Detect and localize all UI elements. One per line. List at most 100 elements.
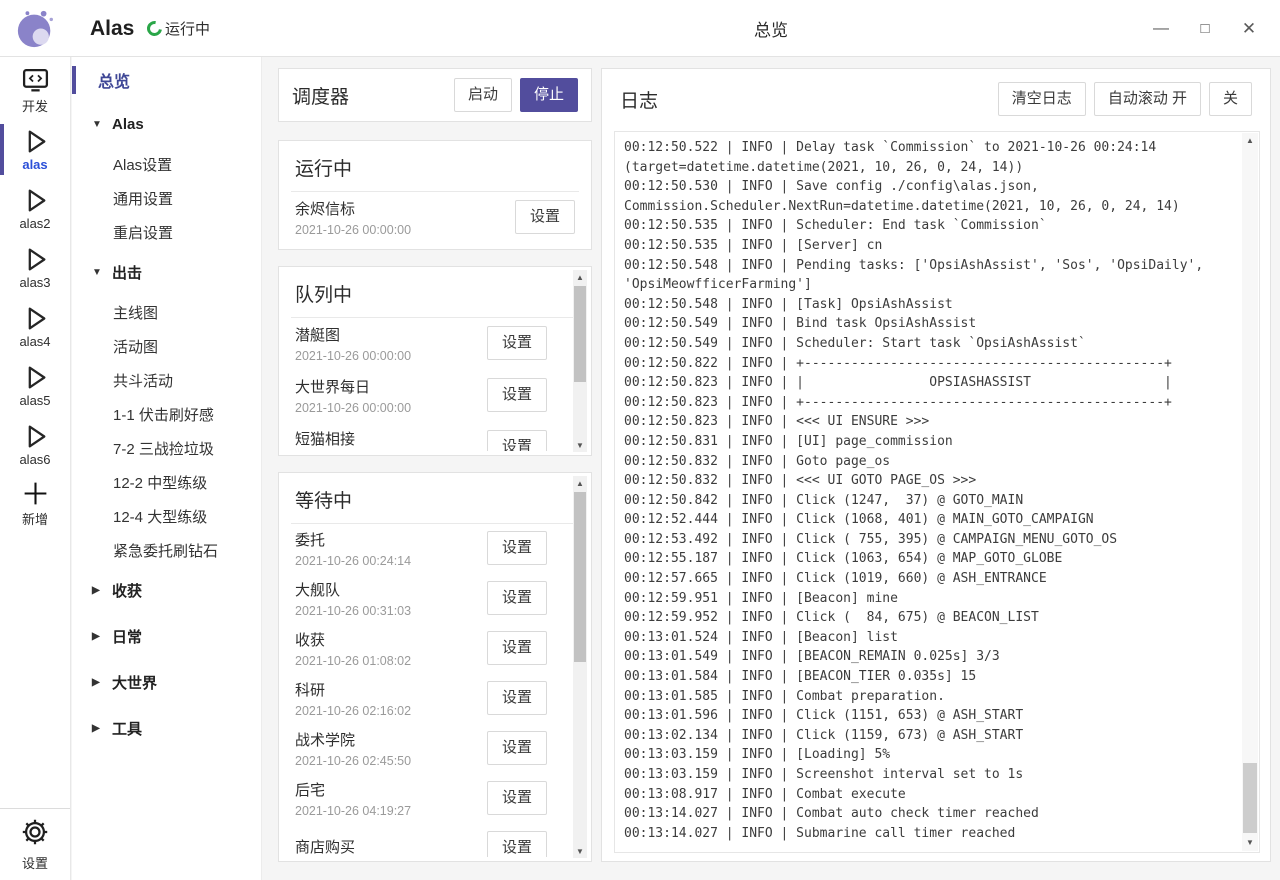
scrollbar-thumb[interactable]	[574, 492, 586, 662]
iconbar-settings[interactable]: 设置	[0, 808, 70, 880]
menu-item[interactable]: 紧急委托刷钻石	[72, 533, 261, 567]
menu-item-overview[interactable]: 总览	[72, 65, 261, 95]
menu-section-header[interactable]: ▼ 出击	[72, 249, 261, 295]
log-line: 00:12:50.842 | INFO | Click (1247, 37) @…	[624, 491, 1235, 511]
menu-item[interactable]: 通用设置	[72, 181, 261, 215]
log-line: 00:12:50.823 | INFO | <<< UI ENSURE >>>	[624, 412, 1235, 432]
log-line: 00:12:50.535 | INFO | Scheduler: End tas…	[624, 216, 1235, 236]
running-spinner-icon	[144, 18, 165, 39]
stop-button[interactable]: 停止	[520, 78, 578, 112]
iconbar-item[interactable]: alas3	[0, 238, 70, 297]
task-name: 战术学院	[295, 729, 411, 750]
iconbar-item[interactable]: alas2	[0, 179, 70, 238]
task-setting-button[interactable]: 设置	[515, 200, 575, 234]
menu-item[interactable]: 12-2 中型练级	[72, 465, 261, 499]
autoscroll-on-button[interactable]: 自动滚动 开	[1094, 82, 1201, 116]
running-title: 运行中	[291, 141, 579, 192]
menu-section-header[interactable]: ▶ 大世界	[72, 659, 261, 705]
menu-section-header[interactable]: ▶ 日常	[72, 613, 261, 659]
iconbar-item[interactable]: alas6	[0, 415, 70, 474]
iconbar-item[interactable]: alas4	[0, 297, 70, 356]
log-line: 00:13:14.027 | INFO | Submarine call tim…	[624, 824, 1235, 844]
chevron-icon: ▶	[92, 677, 103, 688]
menu-section: ▼ Alas Alas设置通用设置重启设置	[72, 101, 261, 249]
chevron-icon: ▼	[92, 267, 103, 278]
start-button[interactable]: 启动	[454, 78, 512, 112]
task-setting-button[interactable]: 设置	[487, 781, 547, 815]
log-line: 00:12:50.831 | INFO | [UI] page_commissi…	[624, 432, 1235, 452]
scroll-up-icon[interactable]: ▲	[573, 270, 587, 284]
play-icon	[21, 186, 50, 215]
plus-icon	[21, 479, 50, 508]
menu-section: ▶ 大世界	[72, 659, 261, 705]
play-icon	[21, 245, 50, 274]
header: Alas 运行中 总览 — □ ✕	[0, 0, 1280, 57]
log-line: 00:12:50.549 | INFO | Bind task OpsiAshA…	[624, 314, 1235, 334]
menu-item[interactable]: 重启设置	[72, 215, 261, 249]
task-time: 2021-10-26 02:16:02	[295, 704, 411, 718]
log-line: 00:12:55.187 | INFO | Click (1063, 654) …	[624, 549, 1235, 569]
iconbar-item[interactable]: 新增	[0, 474, 70, 533]
task-row: 潜艇图 2021-10-26 00:00:00 设置	[279, 317, 591, 369]
scroll-up-icon[interactable]: ▲	[573, 476, 587, 490]
minimize-icon[interactable]: —	[1146, 14, 1176, 44]
menu-item[interactable]: 活动图	[72, 329, 261, 363]
log-line: 00:13:02.134 | INFO | Click (1159, 673) …	[624, 726, 1235, 746]
menu-item[interactable]: 主线图	[72, 295, 261, 329]
menu-section-header[interactable]: ▶ 收获	[72, 567, 261, 613]
menu-section-header[interactable]: ▼ Alas	[72, 101, 261, 147]
task-setting-button[interactable]: 设置	[487, 430, 547, 451]
task-setting-button[interactable]: 设置	[487, 831, 547, 857]
log-scrollbar: ▲ ▼	[1242, 133, 1258, 851]
scroll-down-icon[interactable]: ▼	[573, 438, 587, 452]
task-setting-button[interactable]: 设置	[487, 731, 547, 765]
play-icon	[21, 127, 50, 156]
task-name: 大舰队	[295, 579, 411, 600]
scheduler-title: 调度器	[292, 82, 349, 109]
log-line: 00:12:50.823 | INFO | +-----------------…	[624, 393, 1235, 413]
task-time: 2021-10-26 00:24:14	[295, 554, 411, 568]
close-icon[interactable]: ✕	[1234, 14, 1264, 44]
menu-item[interactable]: 1-1 伏击刷好感	[72, 397, 261, 431]
task-setting-button[interactable]: 设置	[487, 631, 547, 665]
menu-section: ▼ 出击 主线图活动图共斗活动1-1 伏击刷好感7-2 三战捡垃圾12-2 中型…	[72, 249, 261, 567]
log-line: 00:13:01.585 | INFO | Combat preparation…	[624, 687, 1235, 707]
instance-sidebar: 开发 alas alas2 alas3 alas4 alas5 alas6 新增…	[0, 57, 71, 880]
log-line: 00:12:50.549 | INFO | Scheduler: Start t…	[624, 334, 1235, 354]
scroll-down-icon[interactable]: ▼	[573, 844, 587, 858]
log-line: 00:12:50.832 | INFO | <<< UI GOTO PAGE_O…	[624, 471, 1235, 491]
task-setting-button[interactable]: 设置	[487, 326, 547, 360]
autoscroll-off-button[interactable]: 关	[1209, 82, 1252, 116]
task-name: 商店购买	[295, 836, 355, 857]
menu-item[interactable]: 共斗活动	[72, 363, 261, 397]
iconbar-item[interactable]: 开发	[0, 61, 70, 120]
clear-log-button[interactable]: 清空日志	[998, 82, 1086, 116]
iconbar-item[interactable]: alas5	[0, 356, 70, 415]
maximize-icon[interactable]: □	[1190, 14, 1220, 44]
menu-section-header[interactable]: ▶ 工具	[72, 705, 261, 751]
log-line: 00:12:50.822 | INFO | +-----------------…	[624, 354, 1235, 374]
app-title: Alas	[90, 0, 134, 57]
menu-item[interactable]: 7-2 三战捡垃圾	[72, 431, 261, 465]
scroll-up-icon[interactable]: ▲	[1242, 133, 1258, 149]
scroll-down-icon[interactable]: ▼	[1242, 835, 1258, 851]
play-icon	[21, 363, 50, 392]
log-line: 00:13:01.549 | INFO | [BEACON_REMAIN 0.0…	[624, 647, 1235, 667]
task-setting-button[interactable]: 设置	[487, 581, 547, 615]
scrollbar-thumb[interactable]	[574, 286, 586, 382]
menu-item[interactable]: Alas设置	[72, 147, 261, 181]
pending-scrollbar: ▲ ▼	[573, 270, 587, 452]
menu-section: ▶ 工具	[72, 705, 261, 751]
task-time: 2021-10-26 00:31:03	[295, 604, 411, 618]
chevron-icon: ▶	[92, 631, 103, 642]
task-row: 收获 2021-10-26 01:08:02 设置	[279, 623, 591, 673]
scrollbar-thumb[interactable]	[1243, 763, 1257, 833]
task-name: 科研	[295, 679, 411, 700]
task-setting-button[interactable]: 设置	[487, 531, 547, 565]
task-setting-button[interactable]: 设置	[487, 681, 547, 715]
iconbar-item[interactable]: alas	[0, 120, 70, 179]
menu-item[interactable]: 12-4 大型练级	[72, 499, 261, 533]
play-icon	[21, 304, 50, 333]
pending-title: 队列中	[291, 267, 579, 318]
task-setting-button[interactable]: 设置	[487, 378, 547, 412]
